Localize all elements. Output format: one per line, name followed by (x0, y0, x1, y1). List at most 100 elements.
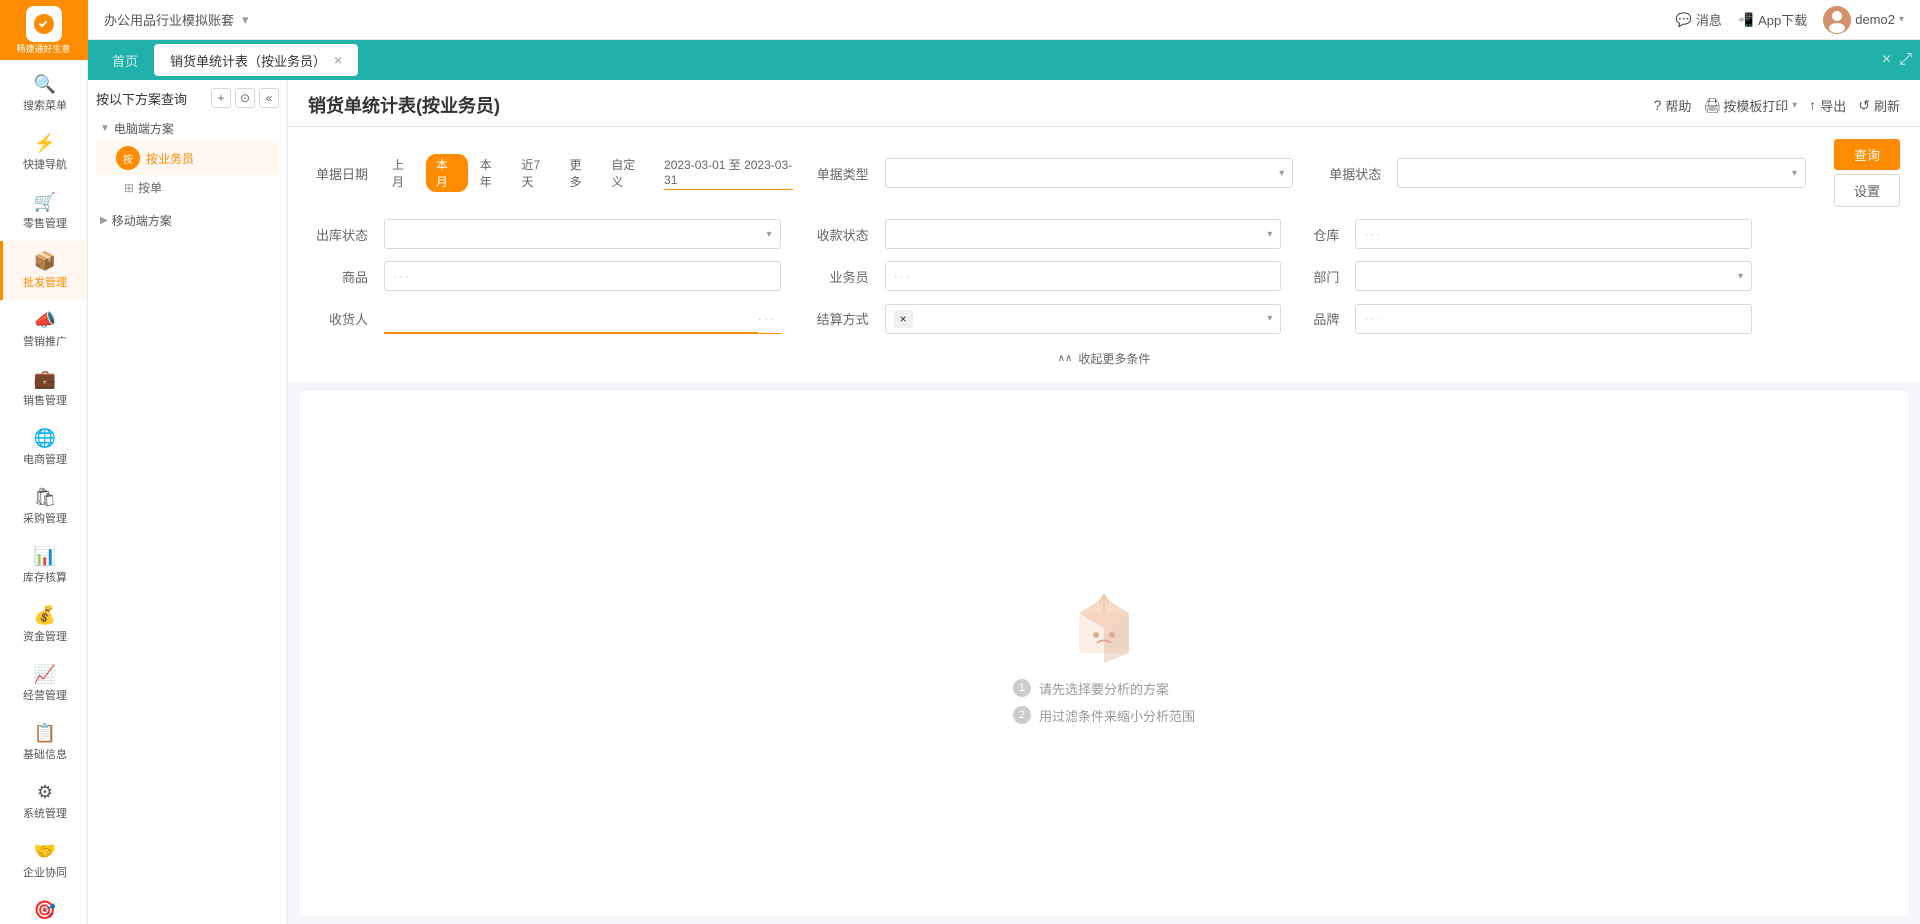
operation-nav-icon: 📈 (34, 664, 56, 685)
user-dropdown-icon: ▾ (1899, 14, 1904, 25)
workspace-dropdown-icon[interactable]: ▾ (242, 12, 249, 28)
sidebar-item-purchase[interactable]: 🛍 采购管理 (0, 477, 87, 536)
sidebar-label-operation: 经营管理 (23, 687, 67, 703)
sidebar-label-system: 系统管理 (23, 805, 67, 821)
empty-icon (1064, 583, 1144, 663)
out-status-control: ▾ (384, 219, 781, 249)
department-select[interactable]: ▾ (1355, 261, 1752, 291)
tab-close-all-icon[interactable]: × (1882, 51, 1891, 69)
out-status-arrow-icon: ▾ (767, 229, 772, 240)
receipt-status-select[interactable]: ▾ (885, 219, 1282, 249)
date-tab-7days[interactable]: 近7天 (514, 154, 558, 192)
warehouse-dots: ··· (1364, 227, 1382, 241)
user-profile[interactable]: demo2 ▾ (1823, 6, 1904, 34)
sidebar-item-search[interactable]: 🔍 搜索菜单 (0, 64, 87, 123)
collapse-small-icon: « (266, 91, 273, 105)
desktop-section-header[interactable]: ▼ 电脑端方案 (96, 116, 279, 141)
panel-settings-btn[interactable]: ⊙ (235, 88, 255, 108)
sidebar-label-sales: 销售管理 (23, 392, 67, 408)
newbie-nav-icon: 🎯 (34, 900, 56, 921)
sidebar-item-sales[interactable]: 💼 销售管理 (0, 359, 87, 418)
sidebar-item-enterprise[interactable]: 🤝 企业协同 (0, 831, 87, 890)
settings-small-icon: ⊙ (240, 91, 250, 105)
sidebar-label-marketing: 营销推广 (23, 333, 67, 349)
message-btn[interactable]: 💬 消息 (1676, 10, 1722, 29)
settlement-tag: × (894, 310, 913, 328)
collapse-btn[interactable]: ∧∧ 收起更多条件 (308, 346, 1900, 371)
query-button[interactable]: 查询 (1834, 139, 1900, 170)
sidebar-item-inventory[interactable]: 📊 库存核算 (0, 536, 87, 595)
sidebar-label-retail: 零售管理 (23, 215, 67, 231)
action-btns: 查询 设置 (1834, 139, 1900, 207)
message-label: 消息 (1696, 10, 1722, 29)
bill-status-select[interactable]: ▾ (1397, 158, 1806, 188)
salesperson-control: ··· (885, 261, 1282, 291)
salesperson-item-label: 按业务员 (146, 150, 194, 167)
date-tab-thismonth[interactable]: 本月 (426, 154, 468, 192)
settlement-select[interactable]: × ▾ (885, 304, 1282, 334)
sidebar-item-newbie[interactable]: 🎯 新手引导 (0, 890, 87, 924)
settlement-tag-close[interactable]: × (900, 312, 907, 326)
salesperson-dot: 按 (116, 146, 140, 170)
panel-item-bidan[interactable]: ⊞ 按单 (96, 175, 279, 200)
finance-nav-icon: 💰 (34, 605, 56, 626)
bill-status-control: ▾ (1397, 158, 1806, 188)
download-icon: 📲 (1738, 12, 1754, 28)
page-header: 销货单统计表(按业务员) ? 帮助 🖨 按模板打印 ▾ ↑ 导出 (288, 80, 1920, 127)
out-status-select[interactable]: ▾ (384, 219, 781, 249)
search-nav-icon: 🔍 (34, 74, 56, 95)
sidebar-item-system[interactable]: ⚙ 系统管理 (0, 772, 87, 831)
sidebar-item-finance[interactable]: 💰 资金管理 (0, 595, 87, 654)
tab-close-icon[interactable]: × (334, 52, 342, 68)
tab-home-label: 首页 (112, 51, 138, 70)
brand-select[interactable]: ··· (1355, 304, 1752, 334)
panel-title-actions: + ⊙ « (211, 88, 279, 108)
warehouse-control: ··· (1355, 219, 1752, 249)
salesperson-select[interactable]: ··· (885, 261, 1282, 291)
sidebar-item-operation[interactable]: 📈 经营管理 (0, 654, 87, 713)
sidebar-label-enterprise: 企业协同 (23, 864, 67, 880)
data-area: 1 请先选择要分析的方案 2 用过滤条件来缩小分析范围 (300, 391, 1908, 916)
logo-icon (26, 6, 62, 42)
panel-collapse-btn[interactable]: « (259, 88, 279, 108)
page-title: 销货单统计表(按业务员) (308, 92, 500, 118)
product-label: 商品 (308, 267, 368, 286)
bill-type-select[interactable]: ▾ (885, 158, 1294, 188)
sidebar-label-ecommerce: 电商管理 (23, 451, 67, 467)
user-name: demo2 (1855, 12, 1895, 27)
sidebar-item-basic[interactable]: 📋 基础信息 (0, 713, 87, 772)
receiver-input[interactable] (384, 303, 758, 333)
main-area: 办公用品行业模拟账套 ▾ 💬 消息 📲 App下载 demo2 ▾ 首页 (88, 0, 1920, 924)
date-tab-custom[interactable]: 自定义 (603, 154, 652, 192)
page-actions: ? 帮助 🖨 按模板打印 ▾ ↑ 导出 ↺ 刷新 (1654, 96, 1900, 115)
panel-item-salesperson[interactable]: 按 按业务员 (96, 141, 279, 175)
date-tab-more[interactable]: 更多 (561, 154, 599, 192)
filter-row-4: 收货人 ··· 结算方式 × (308, 303, 1900, 334)
help-btn[interactable]: ? 帮助 (1654, 96, 1692, 115)
tab-resize-icon[interactable]: ⤢ (1899, 51, 1912, 69)
system-nav-icon: ⚙ (37, 782, 53, 803)
workspace-title: 办公用品行业模拟账套 (104, 10, 234, 29)
sidebar-item-marketing[interactable]: 📣 营销推广 (0, 300, 87, 359)
panel-add-btn[interactable]: + (211, 88, 231, 108)
date-range-text[interactable]: 2023-03-01 至 2023-03-31 (664, 156, 793, 190)
app-download-btn[interactable]: 📲 App下载 (1738, 10, 1807, 29)
sidebar-item-shortcut[interactable]: ⚡ 快捷导航 (0, 123, 87, 182)
sidebar-item-ecommerce[interactable]: 🌐 电商管理 (0, 418, 87, 477)
date-tab-lastmonth[interactable]: 上月 (384, 154, 422, 192)
sidebar-item-wholesale[interactable]: 📦 批发管理 (0, 241, 87, 300)
date-tab-thisyear[interactable]: 本年 (472, 154, 510, 192)
export-btn[interactable]: ↑ 导出 (1809, 96, 1846, 115)
tab-home[interactable]: 首页 (96, 44, 154, 76)
receiver-dots-icon[interactable]: ··· (758, 311, 781, 326)
tab-sales-stats[interactable]: 销货单统计表（按业务员） × (154, 44, 358, 76)
mobile-section-header[interactable]: ▶ 移动端方案 (96, 208, 279, 233)
print-label: 按模板打印 (1723, 96, 1788, 115)
content-area: 按以下方案查询 + ⊙ « ▼ 电脑端方案 (88, 80, 1920, 924)
print-btn[interactable]: 🖨 按模板打印 ▾ (1703, 96, 1797, 115)
warehouse-select[interactable]: ··· (1355, 219, 1752, 249)
refresh-btn[interactable]: ↺ 刷新 (1858, 96, 1900, 115)
sidebar-item-retail[interactable]: 🛒 零售管理 (0, 182, 87, 241)
product-select[interactable]: ··· (384, 261, 781, 291)
settings-button[interactable]: 设置 (1834, 174, 1900, 207)
